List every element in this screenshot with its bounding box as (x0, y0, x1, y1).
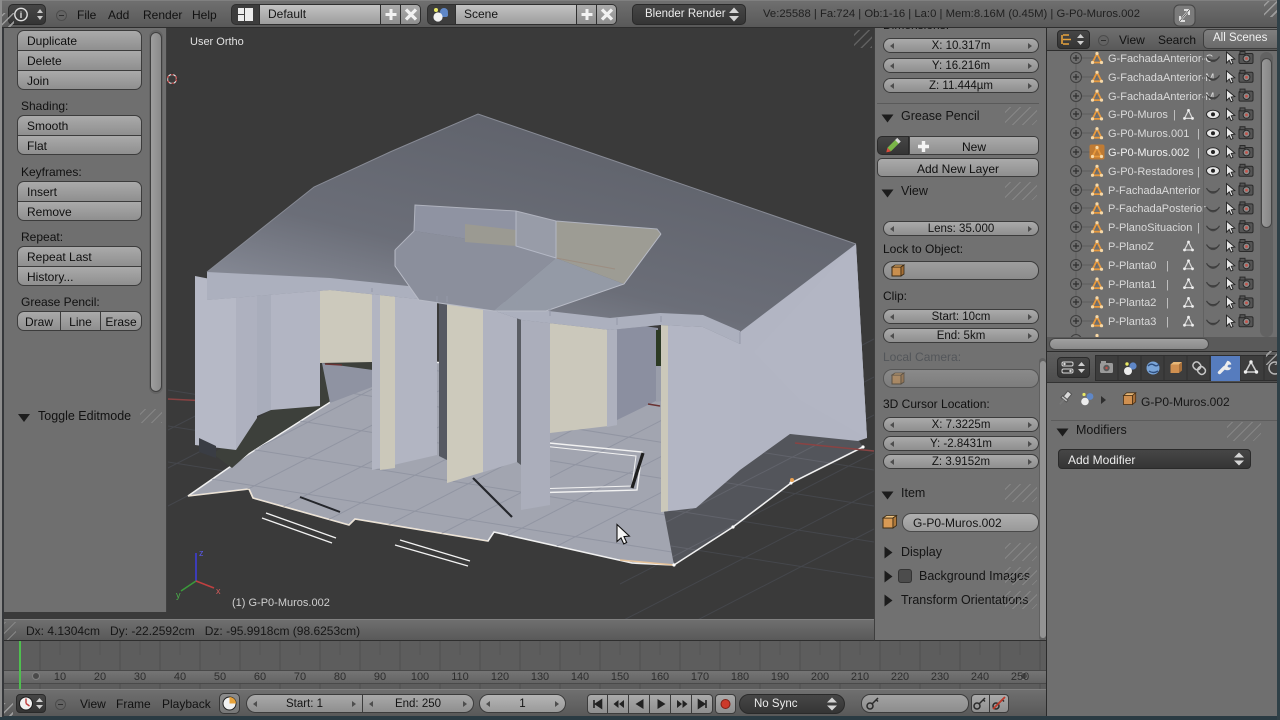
svg-text:|: | (1166, 279, 1169, 291)
svg-text:G-P0-Muros.002: G-P0-Muros.002 (1108, 147, 1189, 159)
svg-text:y: y (176, 590, 181, 600)
svg-text:P-PlanoSituacion: P-PlanoSituacion (1108, 222, 1192, 234)
svg-text:P-PlanoZ: P-PlanoZ (1108, 241, 1154, 253)
svg-text:G-FachadaAnterior-M: G-FachadaAnterior-M (1108, 91, 1214, 103)
svg-text:P-Planta2: P-Planta2 (1108, 297, 1156, 309)
svg-text:|: | (1166, 260, 1169, 272)
svg-text:P-FachadaAnterior: P-FachadaAnterior (1108, 185, 1201, 197)
svg-text:P-FachadaPosterior: P-FachadaPosterior (1108, 203, 1206, 215)
svg-text:G-P0-Muros: G-P0-Muros (1108, 109, 1168, 121)
svg-text:|: | (1197, 128, 1200, 140)
svg-text:z: z (199, 548, 204, 558)
svg-text:i: i (20, 10, 23, 20)
svg-text:P-Planta0: P-Planta0 (1108, 260, 1156, 272)
svg-text:|: | (1173, 109, 1176, 121)
svg-text:(1) G-P0-Muros.002: (1) G-P0-Muros.002 (232, 597, 330, 609)
svg-text:x: x (216, 586, 221, 596)
svg-text:G-P0-Restadores: G-P0-Restadores (1108, 166, 1194, 178)
svg-text:|: | (1166, 297, 1169, 309)
svg-text:P-Planta3: P-Planta3 (1108, 316, 1156, 328)
svg-text:|: | (1197, 222, 1200, 234)
svg-text:P-Planta1: P-Planta1 (1108, 279, 1156, 291)
svg-text:|: | (1166, 316, 1169, 328)
svg-text:G-P0-Muros.001: G-P0-Muros.001 (1108, 128, 1189, 140)
svg-text:|: | (1197, 166, 1200, 178)
svg-text:|: | (1197, 147, 1200, 159)
svg-text:User Ortho: User Ortho (190, 36, 244, 48)
svg-text:G-FachadaAnterior-M: G-FachadaAnterior-M (1108, 72, 1214, 84)
svg-text:G-FachadaAnterior-C: G-FachadaAnterior-C (1108, 53, 1213, 65)
